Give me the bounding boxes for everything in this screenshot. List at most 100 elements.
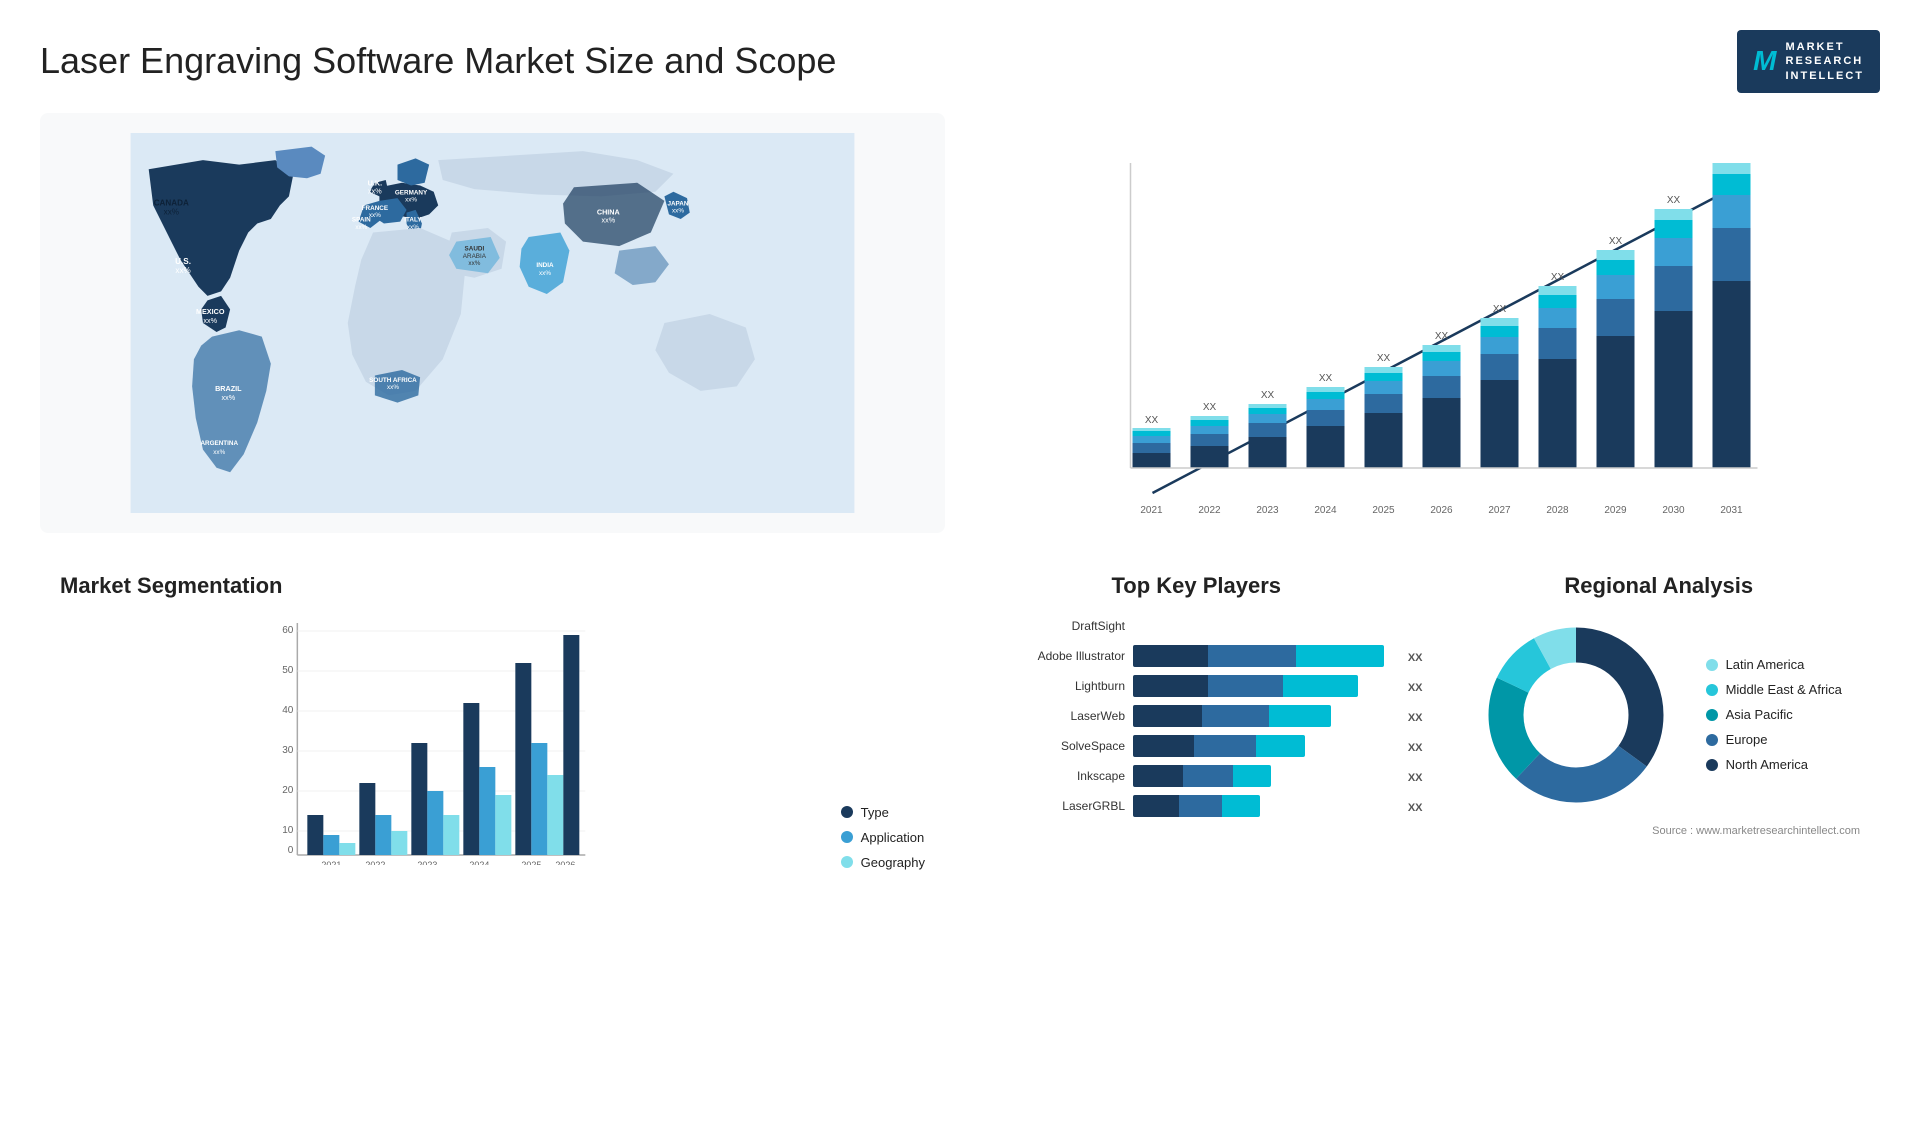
legend-app-label: Application (861, 830, 925, 845)
seg-chart-svg: 60 50 40 30 20 10 0 (60, 615, 811, 865)
svg-text:60: 60 (282, 625, 294, 636)
legend-asia-pacific: Asia Pacific (1706, 707, 1842, 722)
bar-chart-container: XX 2021 XX 2022 XX (995, 123, 1860, 523)
players-title: Top Key Players (995, 573, 1398, 599)
player-solvespace: SolveSpace XX (995, 735, 1398, 757)
svg-text:GERMANY: GERMANY (395, 189, 428, 196)
svg-text:2030: 2030 (1662, 505, 1685, 516)
player-bar-lightburn: XX (1133, 675, 1398, 697)
logo-letter: M (1753, 43, 1777, 79)
player-draftsight: DraftSight (995, 615, 1398, 637)
regional-legend: Latin America Middle East & Africa Asia … (1706, 657, 1842, 772)
svg-text:xx%: xx% (407, 224, 419, 231)
legend-type-dot (841, 806, 853, 818)
svg-text:XX: XX (1145, 415, 1159, 426)
svg-text:xx%: xx% (539, 270, 551, 277)
svg-text:JAPAN: JAPAN (667, 200, 688, 207)
middle-east-label: Middle East & Africa (1726, 682, 1842, 697)
regional-section: Regional Analysis L (1438, 563, 1881, 880)
svg-text:xx%: xx% (355, 224, 367, 231)
asia-pacific-dot (1706, 709, 1718, 721)
svg-text:2024: 2024 (469, 860, 489, 865)
svg-text:SOUTH AFRICA: SOUTH AFRICA (369, 377, 417, 384)
legend-type-label: Type (861, 805, 889, 820)
svg-text:XX: XX (1493, 304, 1507, 315)
logo-line3: INTELLECT (1786, 69, 1865, 83)
svg-text:XX: XX (1609, 236, 1623, 247)
legend-geo-dot (841, 856, 853, 868)
latin-america-label: Latin America (1726, 657, 1805, 672)
logo: M MARKET RESEARCH INTELLECT (1737, 30, 1880, 93)
svg-text:xx%: xx% (601, 215, 615, 224)
svg-text:xx%: xx% (213, 449, 225, 456)
player-laserweb: LaserWeb XX (995, 705, 1398, 727)
player-bar-draftsight (1133, 615, 1398, 637)
svg-text:U.S.: U.S. (175, 257, 191, 266)
player-name-inkscape: Inkscape (995, 769, 1125, 783)
growth-chart-section: XX 2021 XX 2022 XX (975, 113, 1880, 533)
svg-text:2024: 2024 (1314, 505, 1337, 516)
player-bar-inkscape: XX (1133, 765, 1398, 787)
legend-europe: Europe (1706, 732, 1842, 747)
svg-text:xx%: xx% (164, 207, 179, 216)
legend-north-america: North America (1706, 757, 1842, 772)
svg-text:SPAIN: SPAIN (352, 217, 371, 224)
player-name-lasergrbl: LaserGRBL (995, 799, 1125, 813)
svg-text:2029: 2029 (1604, 505, 1627, 516)
svg-text:XX: XX (1261, 390, 1275, 401)
svg-text:2023: 2023 (417, 860, 437, 865)
svg-text:xx%: xx% (221, 393, 235, 402)
player-name-draftsight: DraftSight (995, 619, 1125, 633)
svg-text:ARABIA: ARABIA (463, 253, 487, 260)
svg-text:XX: XX (1319, 373, 1333, 384)
asia-pacific-label: Asia Pacific (1726, 707, 1793, 722)
svg-text:2025: 2025 (521, 860, 541, 865)
legend-app-dot (841, 831, 853, 843)
logo-line1: MARKET (1786, 40, 1865, 54)
donut-chart (1476, 615, 1676, 815)
logo-line2: RESEARCH (1786, 54, 1865, 68)
svg-text:50: 50 (282, 665, 294, 676)
svg-text:XX: XX (1377, 353, 1391, 364)
svg-text:2022: 2022 (1198, 505, 1221, 516)
legend-latin-america: Latin America (1706, 657, 1842, 672)
svg-text:2023: 2023 (1256, 505, 1279, 516)
europe-label: Europe (1726, 732, 1768, 747)
middle-east-dot (1706, 684, 1718, 696)
player-name-laserweb: LaserWeb (995, 709, 1125, 723)
segmentation-chart: 60 50 40 30 20 10 0 (60, 615, 925, 870)
segmentation-section: Market Segmentation 60 50 40 30 20 10 0 (40, 563, 945, 880)
page-title: Laser Engraving Software Market Size and… (40, 40, 836, 82)
player-bar-lasergrbl: XX (1133, 795, 1398, 817)
seg-legend: Type Application Geography (841, 805, 925, 870)
svg-text:xx%: xx% (672, 208, 684, 215)
map-container: CANADA xx% U.S. xx% MEXICO xx% BRAZIL xx… (60, 133, 925, 513)
main-content: CANADA xx% U.S. xx% MEXICO xx% BRAZIL xx… (40, 113, 1880, 880)
player-name-lightburn: Lightburn (995, 679, 1125, 693)
svg-text:2021: 2021 (1140, 505, 1163, 516)
segmentation-title: Market Segmentation (60, 573, 925, 599)
map-section: CANADA xx% U.S. xx% MEXICO xx% BRAZIL xx… (40, 113, 945, 533)
svg-text:2028: 2028 (1546, 505, 1569, 516)
svg-text:2026: 2026 (555, 860, 575, 865)
svg-text:40: 40 (282, 705, 294, 716)
latin-america-dot (1706, 659, 1718, 671)
legend-type: Type (841, 805, 925, 820)
svg-text:MEXICO: MEXICO (196, 307, 225, 316)
players-list: DraftSight Adobe Illustrator XX (995, 615, 1398, 817)
legend-application: Application (841, 830, 925, 845)
europe-dot (1706, 734, 1718, 746)
svg-text:SAUDI: SAUDI (465, 246, 485, 253)
svg-text:30: 30 (282, 745, 294, 756)
player-bar-solvespace: XX (1133, 735, 1398, 757)
svg-text:xx%: xx% (387, 384, 399, 391)
svg-text:xx%: xx% (368, 187, 382, 196)
player-lasergrbl: LaserGRBL XX (995, 795, 1398, 817)
player-bar-laserweb: XX (1133, 705, 1398, 727)
svg-text:2026: 2026 (1430, 505, 1453, 516)
north-america-label: North America (1726, 757, 1808, 772)
regional-title: Regional Analysis (1458, 573, 1861, 599)
svg-text:XX: XX (1203, 402, 1217, 413)
svg-text:xx%: xx% (468, 260, 480, 267)
growth-chart-svg: XX 2021 XX 2022 XX (995, 163, 1860, 523)
